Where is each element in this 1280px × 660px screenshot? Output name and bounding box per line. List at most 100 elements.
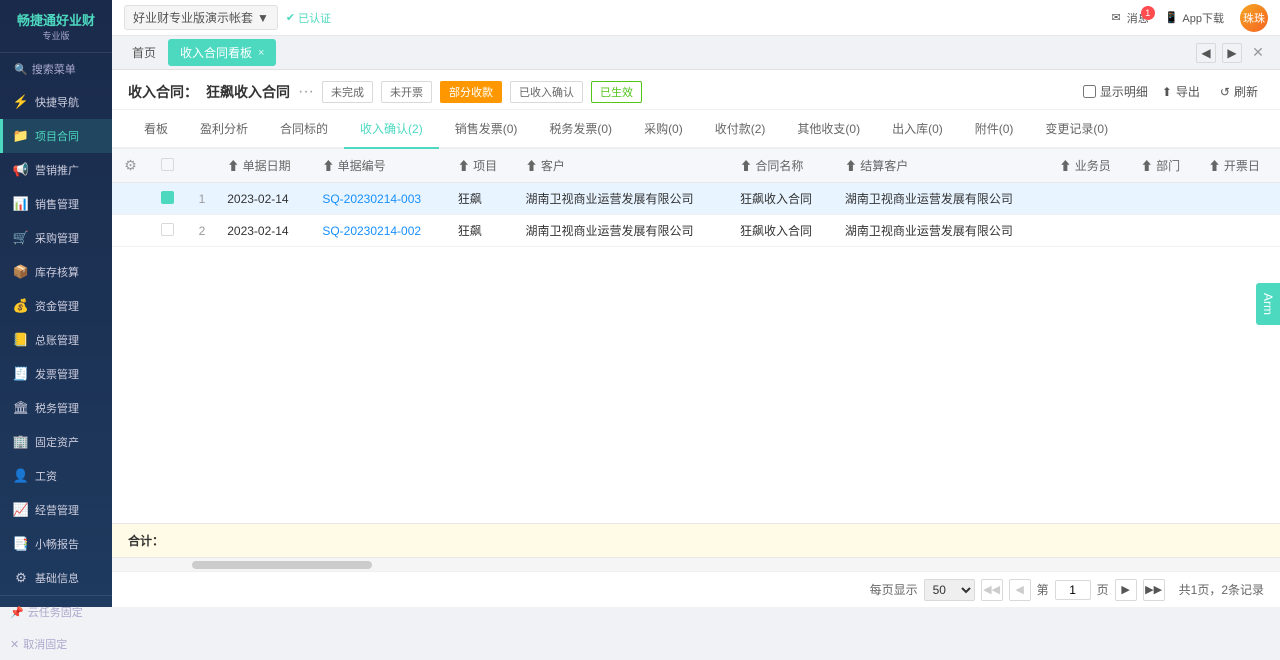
tab-outbound[interactable]: 出入库(0) [876,110,959,149]
sidebar-item-invoice-label: 发票管理 [35,366,79,382]
tab-income-confirm[interactable]: 收入确认(2) [344,110,439,149]
notification-button[interactable]: ✉ 1 消息 [1112,10,1149,26]
sidebar-item-ops[interactable]: 📈 经营管理 [0,493,112,527]
table-row[interactable]: 1 2023-02-14 SQ-20230214-003 狂飙 湖南卫视商业运营… [112,183,1280,215]
opendate-column-header: ⬆ 开票日 [1199,149,1280,183]
sidebar-item-base[interactable]: ⚙ 基础信息 [0,561,112,595]
company-dropdown-icon: ▼ [257,11,269,25]
unpin-icon: ✕ [10,638,19,651]
tab-prev-button[interactable]: ◀ [1196,43,1216,63]
department-sort-icon[interactable]: ⬆ [1141,159,1153,173]
page-prev-button[interactable]: ◀ [1009,579,1031,601]
contract-prefix: 收入合同： [128,82,198,102]
sidebar-item-purchase[interactable]: 🛒 采购管理 [0,221,112,255]
sidebar-item-report-label: 小畅报告 [35,536,79,552]
scrollbar-thumb[interactable] [192,561,372,569]
tab-sales-invoice[interactable]: 销售发票(0) [439,110,534,149]
tab-next-button[interactable]: ▶ [1222,43,1242,63]
refresh-button[interactable]: ↺ 刷新 [1214,80,1264,103]
sidebar-item-marketing[interactable]: 📢 营销推广 [0,153,112,187]
tab-profit[interactable]: 盈利分析 [184,110,264,149]
row-checkbox-0[interactable] [149,183,187,215]
tab-kanban[interactable]: 看板 [128,110,184,149]
page-number-input[interactable] [1055,580,1091,600]
company-selector[interactable]: 好业财专业版演示帐套 ▼ [124,5,278,30]
sidebar-item-project[interactable]: 📁 项目合同 [0,119,112,153]
sidebar-item-invoice[interactable]: 🧾 发票管理 [0,357,112,391]
finalcustomer-sort-icon[interactable]: ⬆ [845,159,857,173]
status-uninvoiced[interactable]: 未开票 [381,81,432,103]
app-download-button[interactable]: 📱 App下载 [1165,10,1224,26]
select-all-checkbox[interactable] [161,158,174,171]
date-sort-icon[interactable]: ⬆ [227,159,239,173]
tab-close-all-button[interactable]: ✕ [1248,43,1268,63]
total-label: 合计： [128,532,164,549]
row-billno-0[interactable]: SQ-20230214-003 [312,183,447,215]
row-num-1: 2 [187,215,217,247]
status-effective[interactable]: 已生效 [591,81,642,103]
arm-panel-button[interactable]: Arm [1256,283,1280,325]
tab-payment-label: 收付款(2) [715,122,766,136]
tab-close-button[interactable]: × [258,47,264,59]
row-customer-1: 湖南卫视商业运营发展有限公司 [515,215,729,247]
tab-contract-mark[interactable]: 合同标的 [264,110,344,149]
display-detail-label: 显示明细 [1100,83,1148,100]
status-partial[interactable]: 部分收款 [440,81,502,103]
sidebar-bottom-pin[interactable]: 📌 云任务固定 [0,596,112,628]
tab-change-log[interactable]: 变更记录(0) [1029,110,1124,149]
sidebar-search[interactable]: 🔍 搜索菜单 [0,53,112,85]
per-page-select[interactable]: 50 20 100 [924,579,975,601]
tax-icon: 🏛 [13,400,29,416]
sidebar-item-general-label: 总账管理 [35,332,79,348]
sidebar-item-inventory-label: 库存核算 [35,264,79,280]
sidebar-item-capital[interactable]: 💰 资金管理 [0,289,112,323]
user-avatar-button[interactable]: 珠珠 [1240,4,1268,32]
sidebar-item-report[interactable]: 📑 小畅报告 [0,527,112,561]
status-incomplete[interactable]: 未完成 [322,81,373,103]
customer-sort-icon[interactable]: ⬆ [525,159,537,173]
row-checkbox-1[interactable] [149,215,187,247]
sidebar-item-inventory[interactable]: 📦 库存核算 [0,255,112,289]
page-last-button[interactable]: ▶▶ [1143,579,1165,601]
page-next-button[interactable]: ▶ [1115,579,1137,601]
contractname-sort-icon[interactable]: ⬆ [740,159,752,173]
settings-icon[interactable]: ⚙ [124,157,137,173]
pin-icon: 📌 [10,606,24,619]
project-sort-icon[interactable]: ⬆ [458,159,470,173]
tab-payment[interactable]: 收付款(2) [699,110,782,149]
topbar-left: 好业财专业版演示帐套 ▼ ✔ 已认证 [124,5,331,30]
horizontal-scrollbar[interactable] [112,557,1280,571]
display-detail-checkbox[interactable] [1083,85,1096,98]
sidebar-item-assets[interactable]: 🏢 固定资产 [0,425,112,459]
tab-other-income[interactable]: 其他收支(0) [781,110,876,149]
salesperson-sort-icon[interactable]: ⬆ [1059,159,1071,173]
tab-outbound-label: 出入库(0) [892,122,943,136]
more-options-button[interactable]: ··· [298,83,314,101]
display-detail-toggle[interactable]: 显示明细 [1083,83,1148,100]
row-billno-1[interactable]: SQ-20230214-002 [312,215,447,247]
tab-active[interactable]: 收入合同看板 × [168,39,276,66]
sidebar-item-sales[interactable]: 📊 销售管理 [0,187,112,221]
tab-tax-invoice[interactable]: 税务发票(0) [533,110,628,149]
tab-home[interactable]: 首页 [124,38,164,67]
sidebar-bottom-unpin[interactable]: ✕ 取消固定 [0,628,112,660]
sidebar-item-general[interactable]: 📒 总账管理 [0,323,112,357]
billno-sort-icon[interactable]: ⬆ [322,159,334,173]
contract-name: 狂飙收入合同 [206,82,290,102]
tab-contract-mark-label: 合同标的 [280,122,328,136]
opendate-sort-icon[interactable]: ⬆ [1209,159,1221,173]
sidebar-item-tax[interactable]: 🏛 税务管理 [0,391,112,425]
tab-purchase-label: 采购(0) [644,122,683,136]
page-first-button[interactable]: ◀◀ [981,579,1003,601]
table-footer: 合计： [112,523,1280,557]
status-confirmed[interactable]: 已收入确认 [510,81,583,103]
table-row[interactable]: 2 2023-02-14 SQ-20230214-002 狂飙 湖南卫视商业运营… [112,215,1280,247]
tab-attachments[interactable]: 附件(0) [959,110,1030,149]
tab-purchase[interactable]: 采购(0) [628,110,699,149]
sidebar: 畅捷通好业财 专业版 🔍 搜索菜单 ⚡ 快捷导航 📁 项目合同 📢 营销推广 📊… [0,0,112,607]
sidebar-item-quicknav[interactable]: ⚡ 快捷导航 [0,85,112,119]
nav-tabs: 看板 盈利分析 合同标的 收入确认(2) 销售发票(0) 税务发票(0) 采购(… [112,110,1280,149]
export-button[interactable]: ⬆ 导出 [1156,80,1206,103]
sidebar-item-hr[interactable]: 👤 工资 [0,459,112,493]
capital-icon: 💰 [13,298,29,314]
